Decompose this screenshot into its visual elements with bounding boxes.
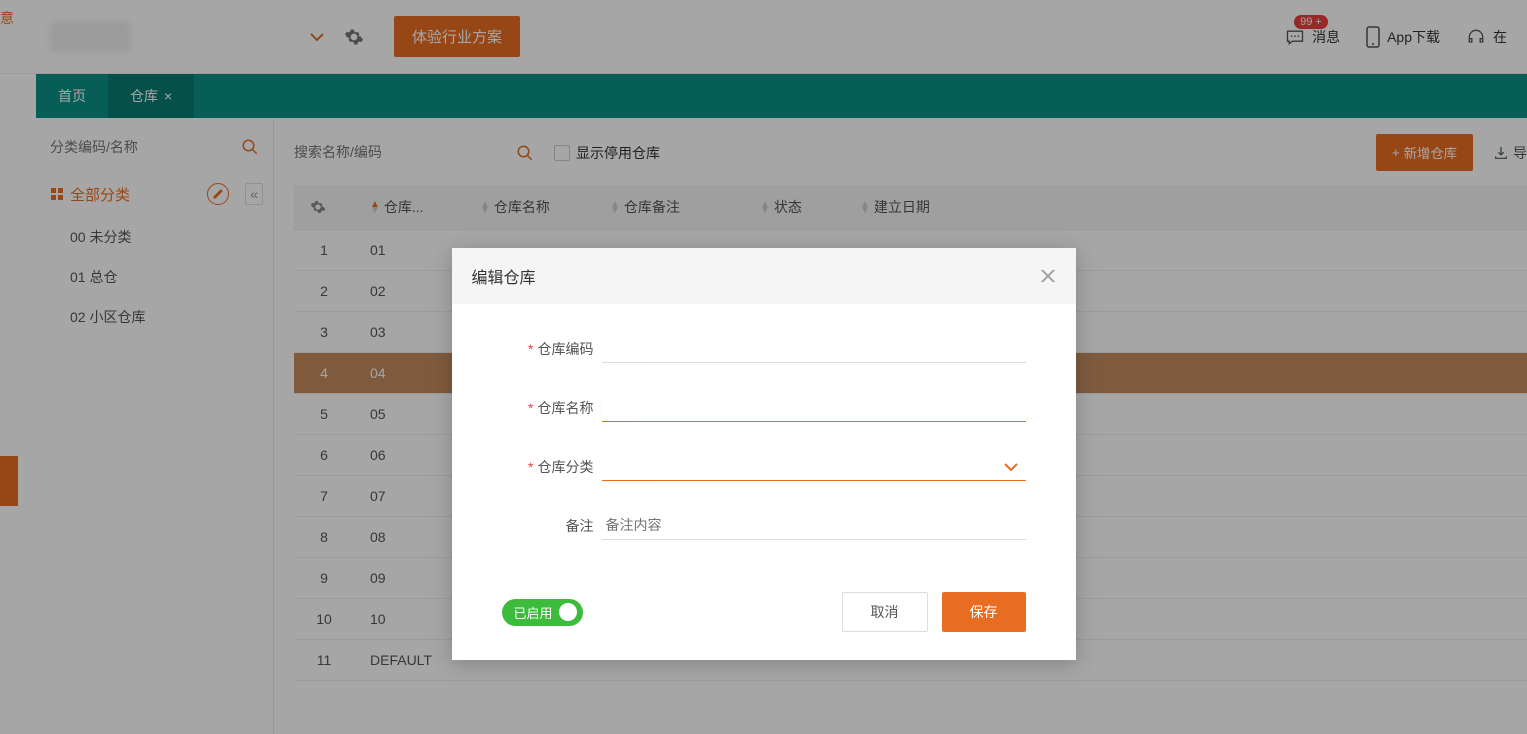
category-label: 仓库分类 xyxy=(538,459,594,475)
close-icon[interactable] xyxy=(1040,268,1056,284)
edit-warehouse-modal: 编辑仓库 *仓库编码 *仓库名称 *仓库分类 xyxy=(452,248,1076,660)
warehouse-remark-input[interactable] xyxy=(602,511,1026,540)
warehouse-name-input[interactable] xyxy=(602,393,1026,422)
remark-label: 备注 xyxy=(566,518,594,534)
modal-overlay: 编辑仓库 *仓库编码 *仓库名称 *仓库分类 xyxy=(0,0,1527,734)
save-button[interactable]: 保存 xyxy=(942,592,1026,632)
modal-title: 编辑仓库 xyxy=(472,264,1040,288)
warehouse-code-input[interactable] xyxy=(602,334,1026,363)
cancel-button[interactable]: 取消 xyxy=(842,592,928,632)
enabled-toggle[interactable]: 已启用 xyxy=(502,599,583,626)
name-label: 仓库名称 xyxy=(538,400,594,416)
code-label: 仓库编码 xyxy=(538,341,594,357)
warehouse-category-select[interactable] xyxy=(602,452,1026,481)
